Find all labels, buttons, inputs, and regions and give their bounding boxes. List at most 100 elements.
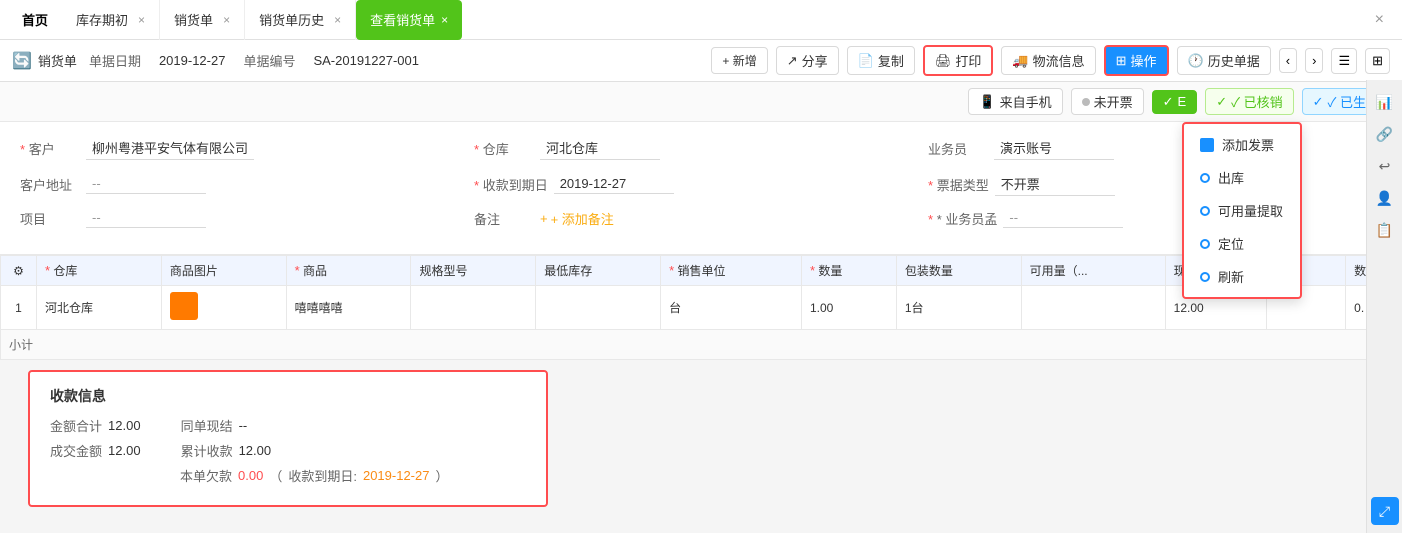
print-button[interactable]: 🖨 打印 [923, 45, 994, 76]
tab-sales-order-close[interactable]: × [223, 13, 230, 27]
doc-title-text: 销货单 [38, 51, 77, 70]
menu-available-qty[interactable]: 可用量提取 [1184, 194, 1300, 227]
business-field: * * 业务员孟 -- [928, 208, 1382, 228]
business-value[interactable]: -- [1003, 208, 1123, 228]
next-button[interactable]: › [1305, 48, 1323, 73]
copy-button[interactable]: 📄 复制 [847, 46, 915, 75]
col-gear[interactable]: ⚙ [1, 256, 37, 286]
tab-sales-history-close[interactable]: × [334, 13, 341, 27]
note-field: 备注 + + 添加备注 [474, 209, 928, 228]
confirm-icon: ✓ [1163, 94, 1174, 110]
current-owed-value: 0.00 [238, 468, 263, 483]
sidebar-icon-user[interactable]: 👤 [1371, 184, 1399, 212]
cumulative-value: 12.00 [239, 443, 272, 458]
row-available[interactable] [1021, 286, 1165, 330]
doc-header: 🔄 销货单 单据日期 2019-12-27 单据编号 SA-20191227-0… [0, 40, 1402, 82]
sidebar-icon-clip[interactable]: 📋 [1371, 216, 1399, 244]
tab-sales-order[interactable]: 销货单 × [160, 0, 245, 40]
staff-field: 业务员 演示账号 [928, 136, 1382, 160]
window-close[interactable]: × [1365, 11, 1394, 29]
due-date-value: 2019-12-27 [363, 468, 430, 483]
ticket-value[interactable]: 不开票 [995, 172, 1115, 196]
address-label: 客户地址 [20, 175, 80, 194]
logistics-button[interactable]: 🚚 物流信息 [1001, 46, 1095, 75]
nucleate-button[interactable]: ✓ ✓ 已核销 [1205, 88, 1293, 115]
confirm-button[interactable]: ✓ E [1152, 90, 1198, 114]
menu-add-invoice[interactable]: 添加发票 [1184, 128, 1300, 161]
product-image [170, 292, 198, 320]
row-product-img [161, 286, 286, 330]
operate-dropdown: 添加发票 出库 可用量提取 定位 刷新 [1182, 122, 1302, 299]
tab-view-sales-order-label: 查看销货单 [370, 10, 435, 29]
invoice-icon [1200, 138, 1214, 152]
col-available: 可用量（... [1021, 256, 1165, 286]
customer-value[interactable]: 柳州粤港平安气体有限公司 [86, 136, 254, 160]
col-quantity: * 数量 [801, 256, 896, 286]
right-sidebar: 📊 🔗 ↩ 👤 📋 ⤢ [1366, 80, 1402, 533]
tab-view-sales-order[interactable]: 查看销货单 × [356, 0, 462, 40]
row-quantity[interactable]: 1.00 [801, 286, 896, 330]
refresh-label: 刷新 [1218, 267, 1244, 286]
cumulative-label: 累计收款 [181, 441, 233, 460]
row-warehouse[interactable]: 河北仓库 [37, 286, 162, 330]
date-value: 2019-12-27 [159, 53, 226, 68]
staff-value[interactable]: 演示账号 [994, 136, 1114, 160]
grid-icon: ⊞ [1116, 53, 1127, 69]
menu-outbound[interactable]: 出库 [1184, 161, 1300, 194]
prev-button[interactable]: ‹ [1279, 48, 1297, 73]
due-date-label: 收款到期日: [288, 466, 357, 485]
date-label: 单据日期 [89, 51, 141, 70]
warehouse-value[interactable]: 河北仓库 [540, 136, 660, 160]
customer-field: * 客户 柳州粤港平安气体有限公司 [20, 136, 474, 160]
current-owed-item: 本单欠款 0.00 （ 收款到期日: 2019-12-27 ） [180, 466, 448, 485]
plus-icon: + [540, 211, 548, 226]
transaction-label: 成交金额 [50, 441, 102, 460]
list-view-button[interactable]: ☰ [1331, 48, 1357, 74]
tab-inventory-init[interactable]: 库存期初 × [62, 0, 160, 40]
transaction-value: 12.00 [108, 443, 141, 458]
form-row-2: 客户地址 -- * 收款到期日 2019-12-27 * 票据类型 不开票 [20, 172, 1382, 196]
not-open-button[interactable]: 未开票 [1071, 88, 1144, 115]
from-phone-button[interactable]: 📱 来自手机 [968, 88, 1062, 115]
tab-sales-order-label: 销货单 [174, 10, 213, 29]
menu-refresh[interactable]: 刷新 [1184, 260, 1300, 293]
payment-info-title: 收款信息 [50, 386, 526, 406]
address-value[interactable]: -- [86, 174, 206, 194]
sidebar-icon-chart[interactable]: 📊 [1371, 88, 1399, 116]
tab-home[interactable]: 首页 [8, 0, 62, 40]
new-button[interactable]: + 新增 [711, 47, 767, 74]
project-value[interactable]: -- [86, 208, 206, 228]
share-icon: ↗ [787, 53, 798, 69]
history-button[interactable]: 🕐 历史单据 [1177, 46, 1271, 75]
row-min-stock[interactable] [536, 286, 661, 330]
logistics-icon: 🚚 [1012, 53, 1028, 69]
history-icon: 🕐 [1188, 53, 1204, 69]
payment-row-2: 成交金额 12.00 累计收款 12.00 [50, 441, 526, 460]
copy-icon: 📄 [858, 53, 874, 69]
add-note-button[interactable]: + + 添加备注 [540, 209, 614, 228]
row-package[interactable]: 1台 [896, 286, 1021, 330]
outbound-label: 出库 [1218, 168, 1244, 187]
operate-button[interactable]: ⊞ 操作 [1104, 45, 1169, 76]
col-product-img: 商品图片 [161, 256, 286, 286]
share-button[interactable]: ↗ 分享 [776, 46, 839, 75]
sidebar-icon-undo[interactable]: ↩ [1371, 152, 1399, 180]
available-qty-label: 可用量提取 [1218, 201, 1283, 220]
col-spec: 规格型号 [411, 256, 536, 286]
tab-inventory-init-close[interactable]: × [138, 13, 145, 27]
row-product[interactable]: 嘻嘻嘻嘻 [286, 286, 411, 330]
tab-bar: 首页 库存期初 × 销货单 × 销货单历史 × 查看销货单 × × [0, 0, 1402, 40]
sidebar-icon-link[interactable]: 🔗 [1371, 120, 1399, 148]
tab-view-sales-order-close[interactable]: × [441, 13, 448, 27]
total-value: 12.00 [108, 418, 141, 433]
row-sales-unit[interactable]: 台 [661, 286, 802, 330]
payment-date-value[interactable]: 2019-12-27 [554, 174, 674, 194]
col-warehouse: * 仓库 [37, 256, 162, 286]
row-spec[interactable] [411, 286, 536, 330]
grid-view-button[interactable]: ⊞ [1365, 48, 1390, 74]
ticket-label: * 票据类型 [928, 175, 989, 194]
sidebar-icon-expand[interactable]: ⤢ [1371, 497, 1399, 525]
print-icon: 🖨 [935, 53, 952, 69]
tab-sales-history[interactable]: 销货单历史 × [245, 0, 356, 40]
menu-locate[interactable]: 定位 [1184, 227, 1300, 260]
